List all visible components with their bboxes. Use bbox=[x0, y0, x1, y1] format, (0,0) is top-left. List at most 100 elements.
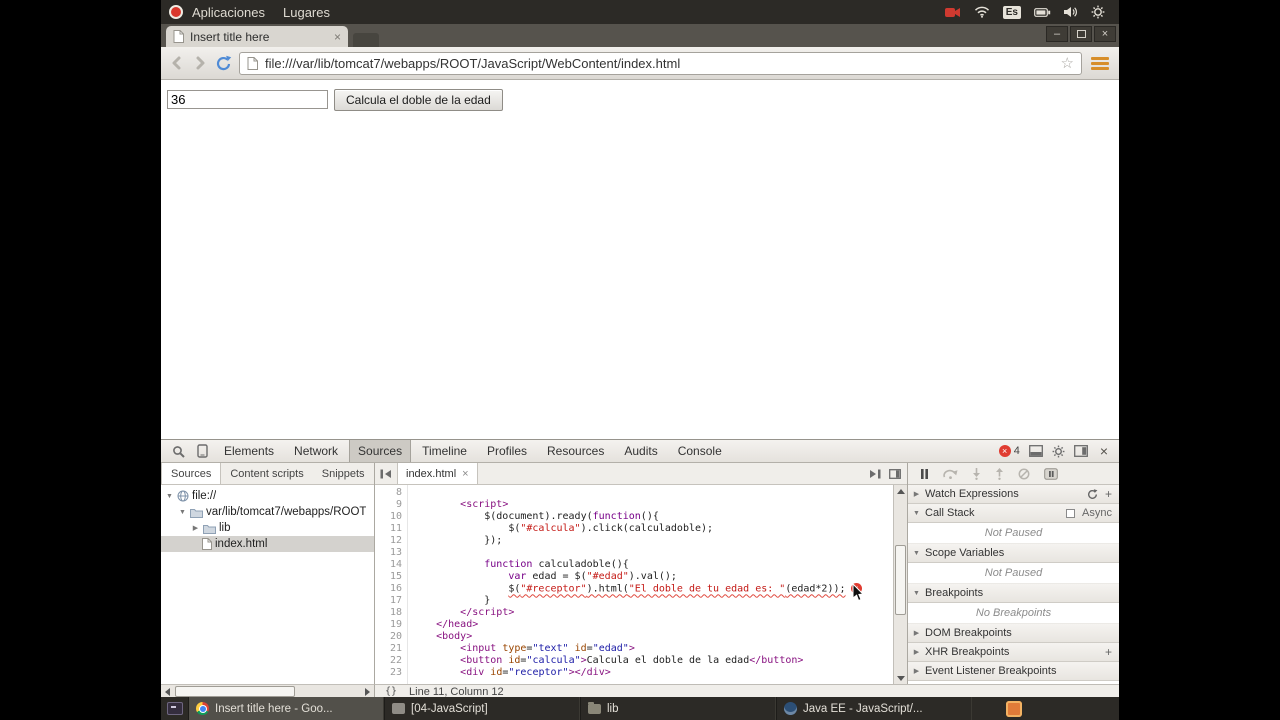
code-area[interactable]: 8 9 10 11 12 13 14 15 16 17 18 19 20 21 22 23 <script> … bbox=[375, 485, 907, 684]
taskbar-item-lib[interactable]: lib bbox=[580, 697, 776, 720]
code-line[interactable] bbox=[412, 487, 893, 499]
hide-navigator-icon[interactable] bbox=[375, 463, 397, 484]
code-line[interactable]: $("#receptor").html("El doble de tu edad… bbox=[412, 583, 893, 595]
line-number[interactable]: 18 bbox=[375, 607, 402, 619]
editor-tab-close-button[interactable]: × bbox=[462, 468, 468, 480]
screen-recorder-icon[interactable] bbox=[944, 7, 961, 18]
code-line[interactable]: <button id="calcula">Calcula el doble de… bbox=[412, 655, 893, 667]
add-watch-button[interactable]: + bbox=[1105, 488, 1112, 500]
dom-breakpoints-section[interactable]: DOM Breakpoints bbox=[908, 624, 1119, 643]
window-close-button[interactable]: × bbox=[1094, 26, 1116, 42]
navigator-tab-sources[interactable]: Sources bbox=[161, 463, 222, 484]
step-into-button[interactable] bbox=[972, 467, 981, 480]
expander-open-icon[interactable] bbox=[165, 493, 174, 500]
scope-variables-section[interactable]: Scope Variables bbox=[908, 544, 1119, 563]
line-number[interactable]: 8 bbox=[375, 487, 402, 499]
code-line[interactable]: <div id="receptor"></div> bbox=[412, 667, 893, 679]
scrollbar-thumb[interactable] bbox=[895, 545, 906, 615]
refresh-watch-icon[interactable] bbox=[1087, 488, 1098, 500]
tree-item-root-folder[interactable]: var/lib/tomcat7/webapps/ROOT bbox=[161, 504, 374, 520]
code-line[interactable]: <input type="text" id="edad"> bbox=[412, 643, 893, 655]
console-error-badge[interactable]: 4 bbox=[998, 445, 1020, 457]
line-number[interactable]: 14 bbox=[375, 559, 402, 571]
devtools-dock-icon[interactable] bbox=[1073, 445, 1088, 457]
devtools-tab-console[interactable]: Console bbox=[669, 440, 731, 462]
code-line[interactable]: <body> bbox=[412, 631, 893, 643]
code-line[interactable]: } bbox=[412, 595, 893, 607]
editor-tab-index-html[interactable]: index.html × bbox=[397, 463, 478, 484]
code-line[interactable]: <script> bbox=[412, 499, 893, 511]
taskbar-item-eclipse[interactable]: Java EE - JavaScript/... bbox=[776, 697, 972, 720]
device-mode-icon[interactable] bbox=[192, 444, 213, 458]
navigator-horizontal-scrollbar[interactable] bbox=[161, 684, 375, 698]
devtools-tab-elements[interactable]: Elements bbox=[215, 440, 283, 462]
distributor-logo-icon[interactable] bbox=[169, 5, 183, 19]
browser-menu-button[interactable] bbox=[1089, 56, 1111, 70]
devtools-tab-sources[interactable]: Sources bbox=[349, 440, 412, 462]
inspect-element-icon[interactable] bbox=[167, 445, 190, 458]
line-number[interactable]: 23 bbox=[375, 667, 402, 679]
wifi-icon[interactable] bbox=[974, 6, 990, 18]
expander-closed-icon[interactable] bbox=[191, 524, 200, 532]
editor-vertical-scrollbar[interactable] bbox=[893, 485, 907, 684]
session-gear-icon[interactable] bbox=[1091, 5, 1105, 19]
back-button[interactable] bbox=[169, 55, 185, 71]
devtools-tab-audits[interactable]: Audits bbox=[615, 440, 666, 462]
line-number[interactable]: 22 bbox=[375, 655, 402, 667]
code-line[interactable]: $("#calcula").click(calculadoble); bbox=[412, 523, 893, 535]
code-line[interactable]: </script> bbox=[412, 607, 893, 619]
watch-expressions-section[interactable]: Watch Expressions + bbox=[908, 485, 1119, 504]
tab-close-button[interactable]: × bbox=[334, 30, 341, 44]
step-over-button[interactable] bbox=[943, 468, 958, 479]
battery-icon[interactable] bbox=[1034, 7, 1051, 18]
terminal-launcher[interactable] bbox=[161, 697, 188, 720]
reload-button[interactable] bbox=[215, 55, 232, 72]
pause-on-exceptions-button[interactable] bbox=[1044, 467, 1058, 480]
browser-tab[interactable]: Insert title here × bbox=[166, 26, 348, 47]
tree-item-index-html[interactable]: index.html bbox=[161, 536, 374, 552]
navigator-tab-content-scripts[interactable]: Content scripts bbox=[221, 463, 312, 484]
devtools-settings-gear-icon[interactable] bbox=[1052, 445, 1065, 458]
code-line[interactable]: }); bbox=[412, 535, 893, 547]
menu-applications[interactable]: Aplicaciones bbox=[183, 0, 274, 24]
line-number[interactable]: 17 bbox=[375, 595, 402, 607]
code-line[interactable]: function calculadoble(){ bbox=[412, 559, 893, 571]
taskbar-indicator-icon[interactable] bbox=[1006, 701, 1022, 717]
taskbar-item-file-manager[interactable]: [04-JavaScript] bbox=[384, 697, 580, 720]
new-tab-button[interactable] bbox=[353, 33, 379, 47]
code-line[interactable] bbox=[412, 547, 893, 559]
async-checkbox[interactable] bbox=[1066, 508, 1076, 518]
line-number[interactable]: 10 bbox=[375, 511, 402, 523]
url-text[interactable]: file:///var/lib/tomcat7/webapps/ROOT/Jav… bbox=[265, 56, 1054, 71]
scroll-up-button[interactable] bbox=[894, 485, 907, 497]
show-panel-right-icon[interactable] bbox=[869, 469, 881, 479]
line-number[interactable]: 16 bbox=[375, 583, 402, 595]
forward-button[interactable] bbox=[192, 55, 208, 71]
code-line[interactable]: $(document).ready(function(){ bbox=[412, 511, 893, 523]
edad-input[interactable] bbox=[167, 90, 328, 109]
call-stack-section[interactable]: Call Stack Async bbox=[908, 504, 1119, 523]
address-bar[interactable]: file:///var/lib/tomcat7/webapps/ROOT/Jav… bbox=[239, 51, 1082, 75]
expander-open-icon[interactable] bbox=[178, 509, 187, 516]
navigator-tab-snippets[interactable]: Snippets bbox=[313, 463, 374, 484]
devtools-tab-profiles[interactable]: Profiles bbox=[478, 440, 536, 462]
window-maximize-button[interactable] bbox=[1070, 26, 1092, 42]
devtools-tab-resources[interactable]: Resources bbox=[538, 440, 613, 462]
code-line[interactable]: </head> bbox=[412, 619, 893, 631]
line-number[interactable]: 19 bbox=[375, 619, 402, 631]
calcula-button[interactable]: Calcula el doble de la edad bbox=[334, 89, 503, 111]
taskbar-item-browser[interactable]: Insert title here - Goo... bbox=[188, 697, 384, 720]
scrollbar-thumb[interactable] bbox=[175, 686, 295, 697]
tree-item-file-protocol[interactable]: file:// bbox=[161, 488, 374, 504]
devtools-tab-network[interactable]: Network bbox=[285, 440, 347, 462]
event-listener-breakpoints-section[interactable]: Event Listener Breakpoints bbox=[908, 662, 1119, 681]
line-number[interactable]: 20 bbox=[375, 631, 402, 643]
line-number[interactable]: 11 bbox=[375, 523, 402, 535]
drawer-toggle-icon[interactable] bbox=[1028, 445, 1043, 457]
code-line[interactable]: var edad = $("#edad").val(); bbox=[412, 571, 893, 583]
volume-icon[interactable] bbox=[1064, 6, 1078, 18]
tree-item-lib-folder[interactable]: lib bbox=[161, 520, 374, 536]
line-number[interactable]: 21 bbox=[375, 643, 402, 655]
devtools-close-button[interactable]: × bbox=[1097, 443, 1111, 459]
deactivate-breakpoints-button[interactable] bbox=[1018, 468, 1030, 480]
